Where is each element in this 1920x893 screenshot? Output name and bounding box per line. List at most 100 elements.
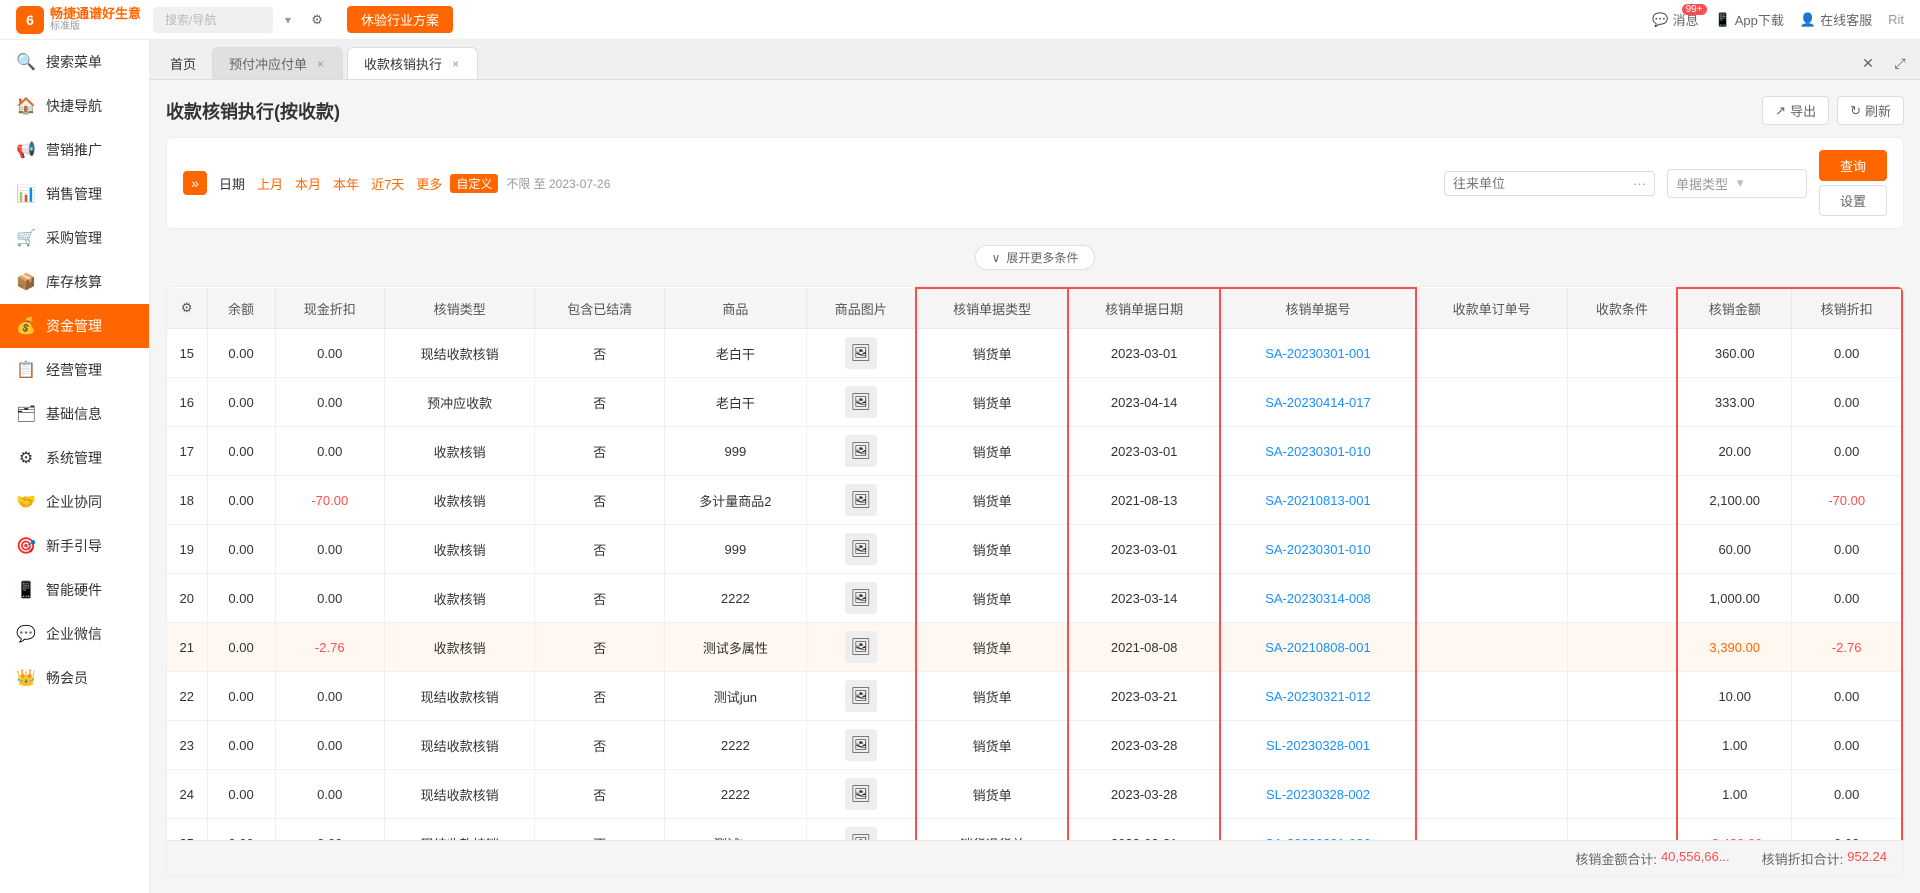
member-icon: 👑 (16, 668, 36, 688)
cell-writeoff-bill-no[interactable]: SA-20230321-012 (1220, 672, 1416, 721)
writeoff-bill-link[interactable]: SA-20210808-001 (1265, 640, 1371, 655)
tab-writeoff-label: 收款核销执行 (364, 54, 442, 73)
search-nav-input[interactable]: 搜索/导航 (153, 7, 273, 33)
tab-maximize-icon[interactable]: ⤢ (1888, 51, 1912, 75)
cell-writeoff-type: 现结收款核销 (384, 819, 534, 841)
cell-writeoff-bill-no[interactable]: SA-20210813-001 (1220, 476, 1416, 525)
th-gear[interactable]: ⚙ (167, 288, 207, 329)
writeoff-bill-link[interactable]: SA-20230321-012 (1265, 689, 1371, 704)
writeoff-bill-link[interactable]: SA-20230414-017 (1265, 395, 1371, 410)
app-download-link[interactable]: 📱 App下载 (1715, 10, 1784, 29)
inventory-icon: 📦 (16, 272, 36, 292)
writeoff-bill-link[interactable]: SA-20230301-001 (1265, 346, 1371, 361)
sidebar-item-system[interactable]: ⚙ 系统管理 (0, 436, 149, 480)
filter-collapse-button[interactable]: » (183, 171, 207, 195)
source-unit-field[interactable] (1453, 176, 1629, 191)
sidebar-item-search[interactable]: 🔍 搜索菜单 (0, 40, 149, 84)
sidebar-item-purchase[interactable]: 🛒 采购管理 (0, 216, 149, 260)
cell-receipt-condition (1567, 623, 1677, 672)
bill-type-select[interactable]: 单据类型 ▾ (1667, 169, 1807, 198)
sidebar-item-member[interactable]: 👑 畅会员 (0, 656, 149, 700)
sidebar-item-sales[interactable]: 📊 销售管理 (0, 172, 149, 216)
sidebar-item-basic-info[interactable]: 🗂 基础信息 (0, 392, 149, 436)
source-unit-more-icon[interactable]: ··· (1633, 176, 1646, 191)
date-opt-7days[interactable]: 近7天 (367, 172, 408, 195)
cell-writeoff-bill-no[interactable]: SA-20230301-010 (1220, 525, 1416, 574)
table-scroll[interactable]: ⚙ 余额 现金折扣 核销类型 包含已结清 商品 商品图片 核销单据类型 核销单据… (167, 287, 1903, 840)
total-amount-value: 40,556,66... (1661, 849, 1730, 868)
dropdown-chevron-icon[interactable]: ▾ (285, 13, 291, 27)
writeoff-bill-link[interactable]: SL-20230328-002 (1266, 787, 1370, 802)
cell-writeoff-bill-no[interactable]: SA-20210808-001 (1220, 623, 1416, 672)
cell-writeoff-bill-no[interactable]: SA-20230301-010 (1220, 427, 1416, 476)
system-icon: ⚙ (16, 448, 36, 468)
sidebar-item-finance[interactable]: 💰 资金管理 (0, 304, 149, 348)
cell-writeoff-bill-no[interactable]: SA-20230331-026 (1220, 819, 1416, 841)
column-settings-icon[interactable]: ⚙ (175, 300, 199, 316)
writeoff-bill-link[interactable]: SL-20230328-001 (1266, 738, 1370, 753)
cell-id: 15 (167, 329, 207, 378)
cell-include-closed: 否 (535, 770, 665, 819)
filter-settings-button[interactable]: 设置 (1819, 185, 1887, 216)
date-opt-custom[interactable]: 自定义 (450, 174, 498, 193)
sales-icon: 📊 (16, 184, 36, 204)
cell-writeoff-bill-no[interactable]: SL-20230328-002 (1220, 770, 1416, 819)
cell-writeoff-bill-type: 销货单 (916, 672, 1068, 721)
cell-receipt-order-no (1416, 525, 1567, 574)
tab-prepayment[interactable]: 预付冲应付单 × (212, 47, 343, 79)
cell-include-closed: 否 (535, 672, 665, 721)
refresh-button[interactable]: ↻ 刷新 (1837, 96, 1904, 125)
cell-receipt-order-no (1416, 378, 1567, 427)
tab-close-window-icon[interactable]: ✕ (1856, 51, 1880, 75)
query-button[interactable]: 查询 (1819, 150, 1887, 181)
writeoff-bill-link[interactable]: SA-20230301-010 (1265, 542, 1371, 557)
cell-writeoff-amount: 360.00 (1677, 329, 1792, 378)
cell-goods-img: 🖼 (806, 525, 916, 574)
th-writeoff-amount: 核销金额 (1677, 288, 1792, 329)
settings-icon[interactable]: ⚙ (303, 6, 331, 34)
industry-solution-button[interactable]: 休验行业方案 (347, 6, 453, 33)
cell-writeoff-bill-no[interactable]: SL-20230328-001 (1220, 721, 1416, 770)
cell-writeoff-bill-type: 销货单 (916, 378, 1068, 427)
notification-bell[interactable]: 💬 消息 99+ (1652, 10, 1698, 29)
cell-include-closed: 否 (535, 819, 665, 841)
cell-receipt-order-no (1416, 574, 1567, 623)
sidebar-item-operations[interactable]: 📋 经营管理 (0, 348, 149, 392)
sidebar-item-collab[interactable]: 🤝 企业协同 (0, 480, 149, 524)
top-bar: 6 畅捷通谱好生意 标准版 搜索/导航 ▾ ⚙ 休验行业方案 💬 消息 99+ … (0, 0, 1920, 40)
marketing-icon: 📢 (16, 140, 36, 160)
cell-goods: 多计量商品2 (665, 476, 806, 525)
table-container: ⚙ 余额 现金折扣 核销类型 包含已结清 商品 商品图片 核销单据类型 核销单据… (166, 286, 1904, 877)
source-unit-input[interactable]: ··· (1444, 171, 1655, 196)
writeoff-bill-link[interactable]: SA-20230314-008 (1265, 591, 1371, 606)
writeoff-bill-link[interactable]: SA-20230301-010 (1265, 444, 1371, 459)
tab-writeoff[interactable]: 收款核销执行 × (347, 47, 478, 79)
total-discount-label: 核销折扣合计: (1762, 849, 1844, 868)
tab-home[interactable]: 首页 (158, 47, 208, 79)
expand-more-label: 展开更多条件 (1006, 249, 1078, 266)
cell-writeoff-bill-no[interactable]: SA-20230414-017 (1220, 378, 1416, 427)
tab-writeoff-close[interactable]: × (450, 55, 461, 73)
sidebar-label-quicknav: 快捷导航 (46, 96, 102, 116)
cell-id: 25 (167, 819, 207, 841)
cell-goods-img: 🖼 (806, 476, 916, 525)
cell-writeoff-discount: 0.00 (1792, 574, 1902, 623)
writeoff-bill-link[interactable]: SA-20210813-001 (1265, 493, 1371, 508)
tab-prepayment-close[interactable]: × (315, 55, 326, 73)
date-opt-last-month[interactable]: 上月 (253, 172, 287, 195)
cell-writeoff-bill-no[interactable]: SA-20230301-001 (1220, 329, 1416, 378)
sidebar-item-wechat[interactable]: 💬 企业微信 (0, 612, 149, 656)
cell-writeoff-bill-no[interactable]: SA-20230314-008 (1220, 574, 1416, 623)
sidebar-item-inventory[interactable]: 📦 库存核算 (0, 260, 149, 304)
sidebar-item-marketing[interactable]: 📢 营销推广 (0, 128, 149, 172)
online-service-link[interactable]: 👤 在线客服 (1800, 10, 1872, 29)
sidebar-label-member: 畅会员 (46, 668, 88, 688)
sidebar-item-guide[interactable]: 🎯 新手引导 (0, 524, 149, 568)
date-opt-this-month[interactable]: 本月 (291, 172, 325, 195)
date-opt-more[interactable]: 更多 (412, 172, 446, 195)
sidebar-item-hardware[interactable]: 📱 智能硬件 (0, 568, 149, 612)
sidebar-item-quicknav[interactable]: 🏠 快捷导航 (0, 84, 149, 128)
date-opt-this-year[interactable]: 本年 (329, 172, 363, 195)
export-button[interactable]: ↗ 导出 (1762, 96, 1829, 125)
expand-more-button[interactable]: ∨ 展开更多条件 (975, 245, 1096, 270)
